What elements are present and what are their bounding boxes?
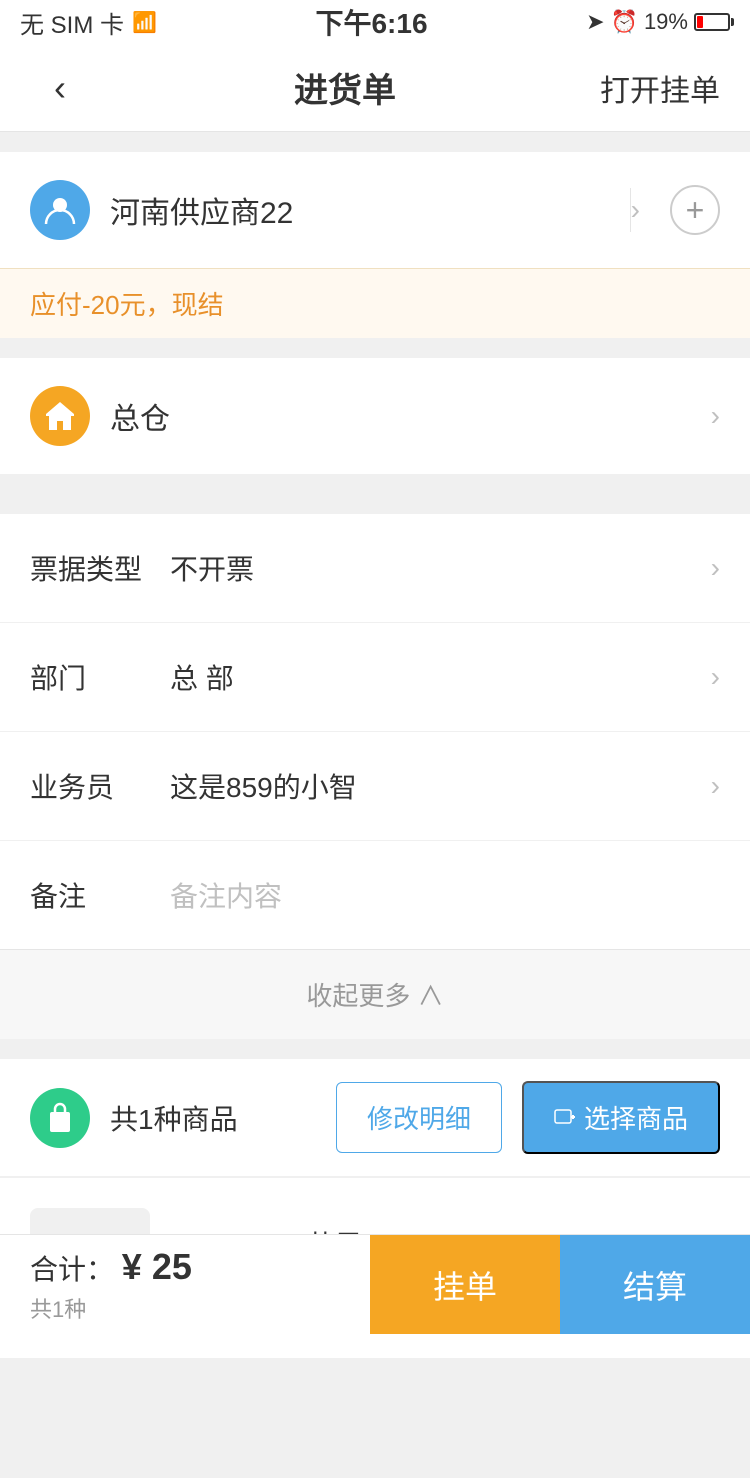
invoice-type-row[interactable]: 票据类型 不开票 › xyxy=(0,514,750,623)
shopping-bag-icon xyxy=(42,1100,78,1136)
collapse-bar[interactable]: 收起更多 ∧ xyxy=(0,949,750,1039)
status-left: 无 SIM 卡 📶 xyxy=(20,5,157,40)
total-sub: 共1种 xyxy=(30,1292,340,1324)
invoice-type-label: 票据类型 xyxy=(30,548,150,588)
home-icon xyxy=(42,398,78,434)
product-icon xyxy=(30,1088,90,1148)
bottom-total: 合计： ¥ 25 共1种 xyxy=(0,1235,370,1334)
salesperson-label: 业务员 xyxy=(30,766,150,806)
supplier-avatar xyxy=(30,180,90,240)
checkout-button[interactable]: 结算 xyxy=(560,1235,750,1334)
notice-text: 应付-20元，现结 xyxy=(30,290,224,320)
warehouse-arrow-icon: › xyxy=(711,400,720,432)
status-bar: 无 SIM 卡 📶 下午6:16 ➤ ⏰ 19% xyxy=(0,0,750,44)
cart-add-icon xyxy=(554,1107,576,1129)
carrier-label: 无 SIM 卡 xyxy=(20,5,124,40)
wifi-icon: 📶 xyxy=(132,10,157,35)
warehouse-icon xyxy=(30,386,90,446)
open-pending-button[interactable]: 打开挂单 xyxy=(600,66,720,110)
page-title: 进货单 xyxy=(294,63,396,112)
remark-label: 备注 xyxy=(30,875,150,915)
product-header: 共1种商品 修改明细 选择商品 xyxy=(0,1059,750,1176)
salesperson-arrow: › xyxy=(711,770,720,802)
divider-2 xyxy=(0,474,750,494)
supplier-section: 河南供应商22 › + 应付-20元，现结 xyxy=(0,152,750,338)
salesperson-row[interactable]: 业务员 这是859的小智 › xyxy=(0,732,750,841)
pending-button[interactable]: 挂单 xyxy=(370,1235,560,1334)
user-icon xyxy=(42,192,78,228)
department-label: 部门 xyxy=(30,657,150,697)
status-right: ➤ ⏰ 19% xyxy=(586,9,730,35)
total-label: 合计： xyxy=(30,1254,114,1285)
warehouse-row[interactable]: 总仓 › xyxy=(0,358,750,474)
supplier-row[interactable]: 河南供应商22 › + xyxy=(0,152,750,268)
invoice-type-arrow: › xyxy=(711,552,720,584)
salesperson-value: 这是859的小智 xyxy=(150,766,701,806)
supplier-arrow-icon: › xyxy=(631,194,640,226)
bottom-bar: 合计： ¥ 25 共1种 挂单 结算 xyxy=(0,1234,750,1334)
form-section: 票据类型 不开票 › 部门 总 部 › 业务员 这是859的小智 › 备注 备注… xyxy=(0,514,750,949)
total-amount-row: 合计： ¥ 25 xyxy=(30,1246,340,1288)
department-arrow: › xyxy=(711,661,720,693)
battery-icon xyxy=(694,13,730,31)
remark-value: 备注内容 xyxy=(150,875,720,915)
time-label: 下午6:16 xyxy=(315,2,427,42)
bottom-spacer xyxy=(0,1358,750,1478)
product-count: 共1种商品 xyxy=(110,1098,316,1138)
department-row[interactable]: 部门 总 部 › xyxy=(0,623,750,732)
back-button[interactable]: ‹ xyxy=(30,58,90,118)
edit-detail-button[interactable]: 修改明细 xyxy=(336,1082,502,1153)
divider-1 xyxy=(0,132,750,152)
supplier-name: 河南供应商22 xyxy=(110,188,631,232)
select-product-label: 选择商品 xyxy=(584,1099,688,1136)
total-amount: ¥ 25 xyxy=(122,1246,192,1287)
add-supplier-button[interactable]: + xyxy=(670,185,720,235)
battery-label: 19% xyxy=(644,9,688,35)
location-icon: ➤ xyxy=(586,9,604,35)
nav-bar: ‹ 进货单 打开挂单 xyxy=(0,44,750,132)
warehouse-name: 总仓 xyxy=(110,394,711,438)
warehouse-section: 总仓 › xyxy=(0,358,750,474)
remark-row[interactable]: 备注 备注内容 xyxy=(0,841,750,949)
alarm-icon: ⏰ xyxy=(611,9,638,35)
select-product-button[interactable]: 选择商品 xyxy=(522,1081,720,1154)
department-value: 总 部 xyxy=(150,657,701,697)
invoice-type-value: 不开票 xyxy=(150,548,701,588)
notice-bar: 应付-20元，现结 xyxy=(0,268,750,338)
